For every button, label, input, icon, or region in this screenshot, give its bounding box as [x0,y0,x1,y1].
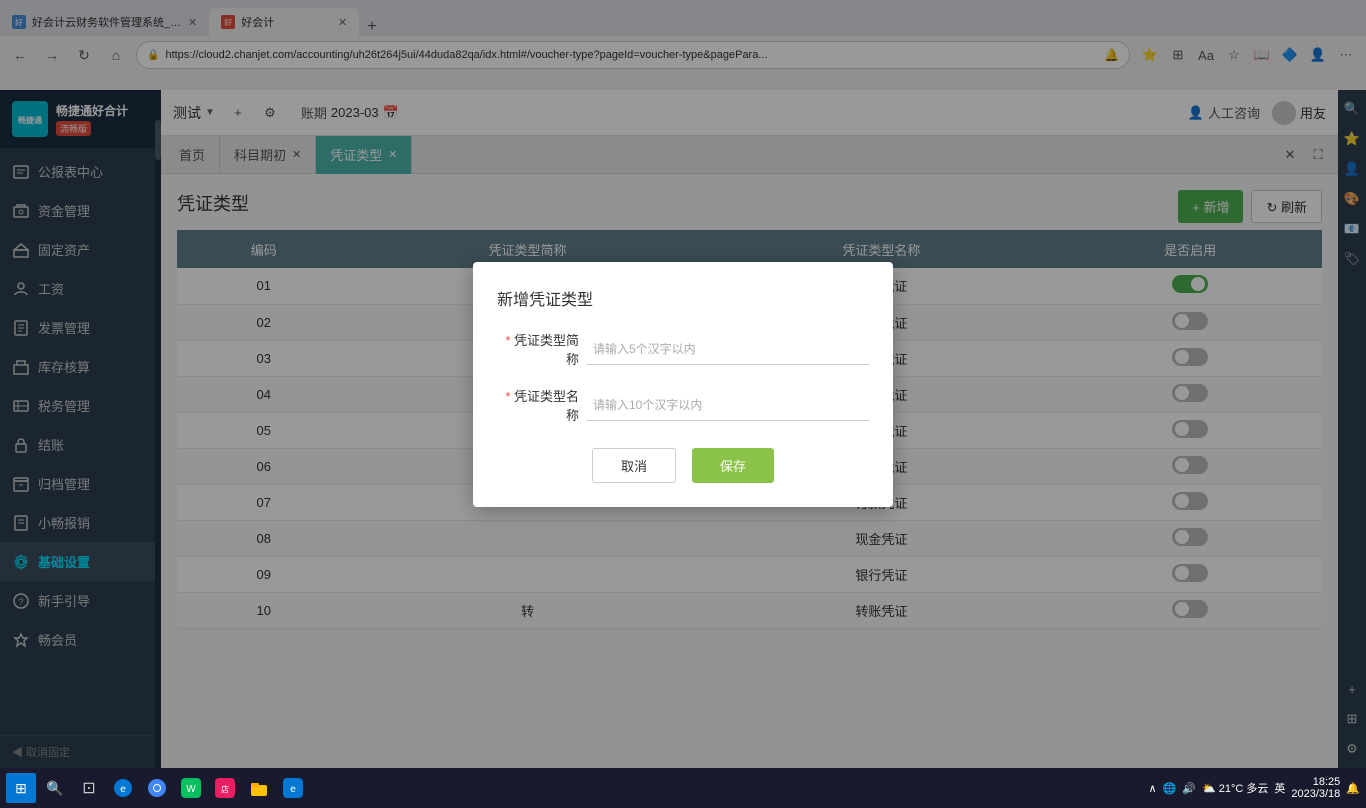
modal-cancel-button[interactable]: 取消 [592,448,676,483]
field-short-input[interactable] [587,333,869,365]
start-button[interactable]: ⊞ [6,773,36,803]
svg-text:W: W [186,784,196,795]
clock-time: 18:25 [1291,776,1340,788]
taskbar-lang[interactable]: 英 [1274,780,1285,796]
svg-text:e: e [290,784,296,795]
taskbar-speaker-icon: 🔊 [1182,782,1196,795]
modal-footer: 取消 保存 [497,448,869,483]
save-label: 保存 [720,459,746,474]
taskbar-store[interactable]: 店 [210,773,240,803]
taskbar-edge2[interactable]: e [278,773,308,803]
taskbar-task-view[interactable]: ⊡ [74,773,104,803]
taskbar-wechat[interactable]: W [176,773,206,803]
svg-text:e: e [120,784,126,795]
add-voucher-type-modal: 新增凭证类型 凭证类型简称 凭证类型名称 取消 保存 [473,262,893,507]
field-name-input[interactable] [587,389,869,421]
taskbar-up-arrow[interactable]: ∧ [1149,782,1157,795]
field-name-row: 凭证类型名称 [497,386,869,424]
weather-icon: ⛅ [1202,782,1216,795]
svg-text:店: 店 [221,784,229,794]
field-name-label: 凭证类型名称 [497,386,587,424]
cancel-label: 取消 [621,459,647,474]
taskbar-weather: ⛅ 21°C 多云 [1202,780,1268,796]
modal-save-button[interactable]: 保存 [692,448,774,483]
weather-temp: 21°C 多云 [1219,780,1269,796]
taskbar-right: ∧ 🌐 🔊 ⛅ 21°C 多云 英 18:25 2023/3/18 🔔 [1149,776,1360,800]
taskbar-network-icon: 🌐 [1163,782,1177,795]
taskbar-clock[interactable]: 18:25 2023/3/18 [1291,776,1340,800]
taskbar-search[interactable]: 🔍 [40,773,70,803]
taskbar-edge[interactable]: e [108,773,138,803]
taskbar-folder[interactable] [244,773,274,803]
field-short-row: 凭证类型简称 [497,330,869,368]
taskbar: ⊞ 🔍 ⊡ e W 店 e ∧ 🌐 🔊 ⛅ 21°C 多云 英 18:25 20… [0,768,1366,808]
modal-title: 新增凭证类型 [497,286,869,310]
clock-date: 2023/3/18 [1291,788,1340,800]
modal-overlay: 新增凭证类型 凭证类型简称 凭证类型名称 取消 保存 [0,0,1366,768]
taskbar-notify-btn[interactable]: 🔔 [1346,782,1360,795]
field-short-label: 凭证类型简称 [497,330,587,368]
taskbar-chrome[interactable] [142,773,172,803]
